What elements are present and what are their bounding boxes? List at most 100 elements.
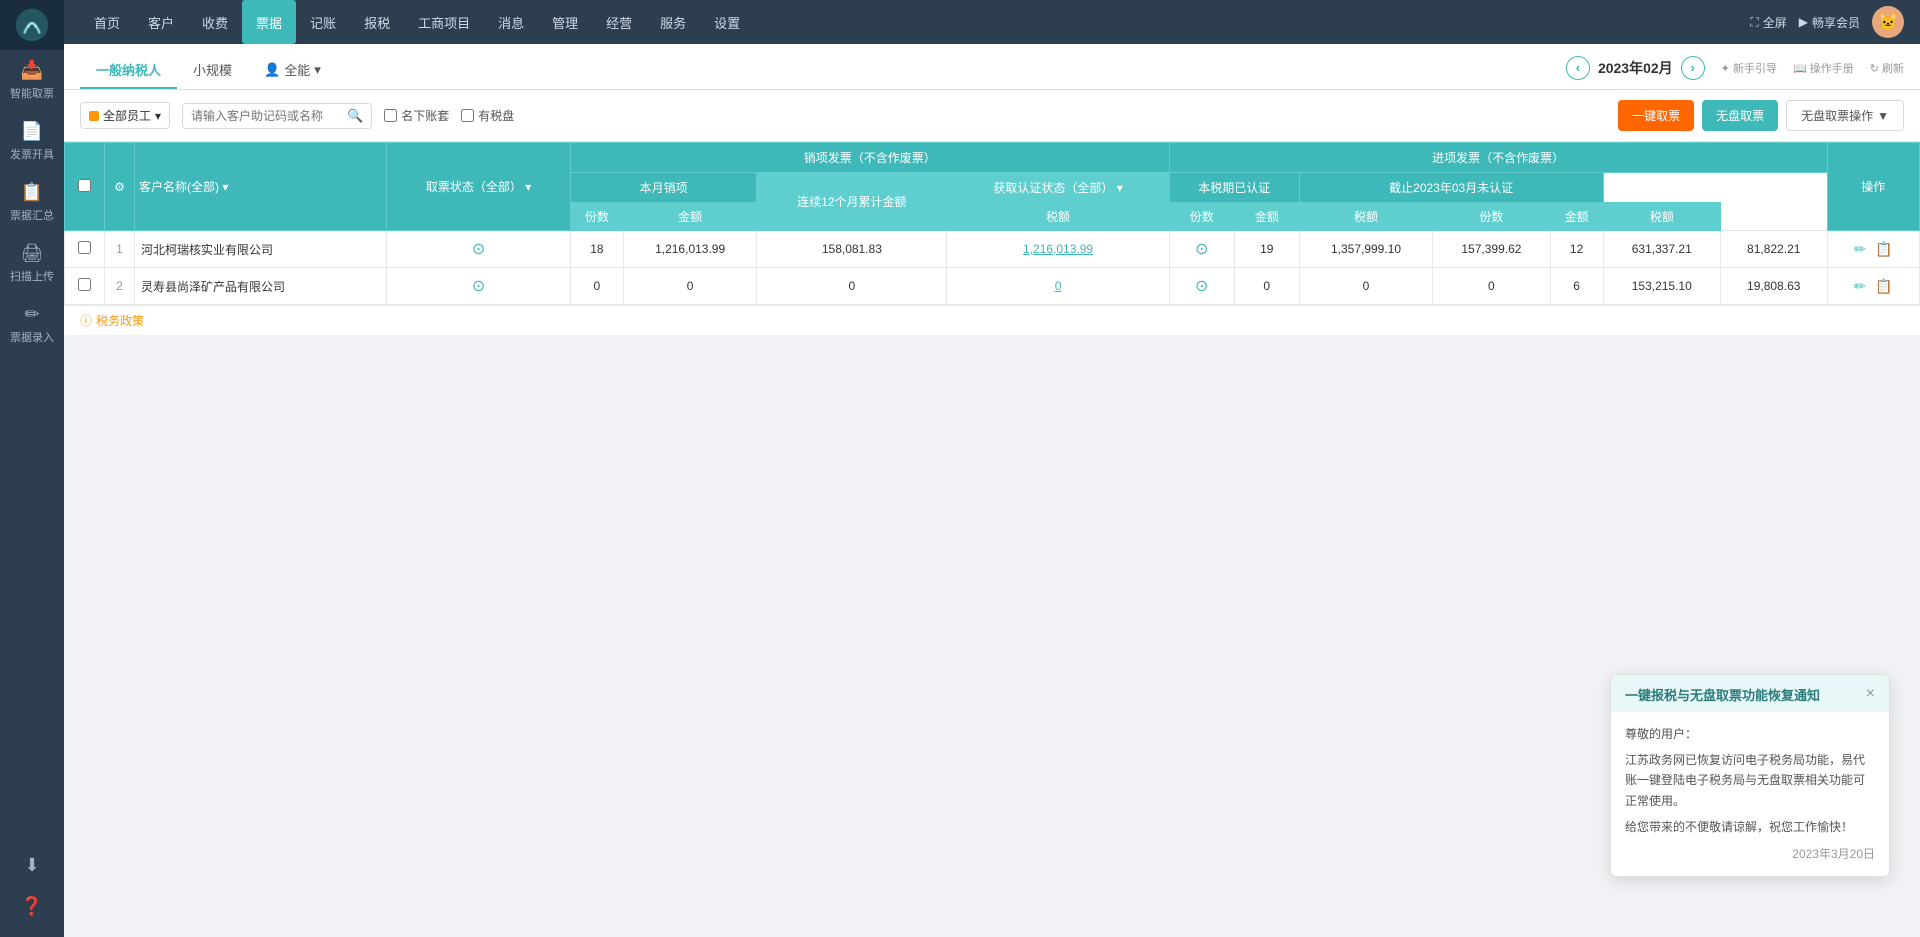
row-num-0: 1 (105, 231, 135, 268)
fetch-status-header[interactable]: 取票状态（全部） ▾ (387, 143, 571, 231)
notification-date: 2023年3月20日 (1625, 844, 1875, 864)
member-btn[interactable]: ▶ 畅享会员 (1799, 14, 1860, 31)
select-all-header (65, 143, 105, 231)
help-icon: ❓ (21, 896, 43, 917)
purchase-invoice-header: 进项发票（不含作废票） (1169, 143, 1827, 173)
sidebar-item-help[interactable]: ❓ (0, 886, 64, 927)
row-period-amount-0: 1,357,999.10 (1299, 231, 1432, 268)
manual-link[interactable]: 📖 操作手册 (1793, 60, 1854, 76)
next-month-btn[interactable]: › (1681, 56, 1705, 80)
nav-client[interactable]: 客户 (134, 0, 188, 44)
sidebar-item-invoice-summary[interactable]: 📋 票据汇总 (0, 172, 64, 233)
notification-header: 一键报税与无盘取票功能恢复通知 × (1611, 675, 1889, 712)
sidebar: 📥 智能取票 📄 发票开具 📋 票据汇总 🖨 扫描上传 ✏ 票据录入 ⬇ ❓ (0, 0, 64, 937)
nav-message[interactable]: 消息 (484, 0, 538, 44)
ops-dropdown-icon: ▼ (1877, 109, 1889, 123)
row-recognize-status-1: ⊙ (1169, 268, 1234, 305)
table-row: 1 河北柯瑞核实业有限公司 ⊙ 18 1,216,013.99 158,081.… (65, 231, 1920, 268)
nav-home[interactable]: 首页 (80, 0, 134, 44)
sidebar-item-invoice-open[interactable]: 📄 发票开具 (0, 111, 64, 172)
person-icon: 👤 (264, 62, 280, 78)
no-disk-fetch-btn[interactable]: 无盘取票 (1702, 100, 1778, 131)
tab-small[interactable]: 小规模 (177, 52, 248, 89)
tax-policy-link[interactable]: ⓘ 税务政策 (80, 312, 144, 329)
search-icon[interactable]: 🔍 (347, 108, 363, 124)
row-unrecog-count-1: 6 (1550, 268, 1603, 305)
notification-line2: 江苏政务网已恢复访问电子税务局功能，易代账一键登陆电子税务局与无盘取票相关功能可… (1625, 750, 1875, 811)
view-icon-0[interactable]: 📋 (1875, 241, 1892, 257)
no-disk-ops-btn[interactable]: 无盘取票操作 ▼ (1786, 100, 1904, 131)
row-month-tax-1: 0 (757, 268, 947, 305)
prev-month-btn[interactable]: ‹ (1566, 56, 1590, 80)
period-recognized-header: 本税期已认证 (1169, 173, 1299, 203)
tab-bar-right: ‹ 2023年02月 › ✦ 新手引导 📖 操作手册 (1566, 56, 1904, 86)
notification-line3: 给您带来的不便敬请谅解，祝您工作愉快！ (1625, 817, 1875, 837)
view-icon-1[interactable]: 📋 (1875, 278, 1892, 294)
sidebar-item-smart-fetch[interactable]: 📥 智能取票 (0, 50, 64, 111)
manual-icon: 📖 (1793, 63, 1807, 75)
table-row: 2 灵寿县尚泽矿产品有限公司 ⊙ 0 0 0 0 ⊙ 0 0 0 6 153,2… (65, 268, 1920, 305)
sales-tax-header: 税额 (947, 203, 1169, 231)
row-checkbox-1[interactable] (78, 278, 91, 291)
app-logo[interactable] (0, 0, 64, 50)
notification-close-btn[interactable]: × (1866, 685, 1875, 703)
row-unrecog-amount-1: 153,215.10 (1603, 268, 1720, 305)
tax-disk-checkbox-label[interactable]: 有税盘 (461, 107, 514, 124)
nav-accounting[interactable]: 记账 (296, 0, 350, 44)
sidebar-item-download[interactable]: ⬇ (0, 845, 64, 886)
search-box: 🔍 (182, 103, 372, 129)
refresh-link[interactable]: ↻ 刷新 (1870, 60, 1904, 76)
filter-icon: ▾ (222, 180, 228, 194)
sales-invoice-header: 销项发票（不含作废票） (570, 143, 1169, 173)
settings-icon[interactable]: ⚙ (114, 180, 125, 194)
nav-service[interactable]: 服务 (646, 0, 700, 44)
edit-icon-0[interactable]: ✏ (1854, 241, 1866, 257)
unrecog-amount-header: 金额 (1550, 203, 1603, 231)
sidebar-item-data-entry[interactable]: ✏ 票据录入 (0, 294, 64, 355)
row-unrecog-tax-0: 81,822.21 (1720, 231, 1827, 268)
period-tax-header: 税额 (1299, 203, 1432, 231)
select-all-checkbox[interactable] (78, 179, 91, 192)
new-guide-link[interactable]: ✦ 新手引导 (1721, 60, 1777, 76)
account-checkbox[interactable] (384, 109, 397, 122)
nav-invoice[interactable]: 票据 (242, 0, 296, 44)
row-checkbox-0[interactable] (78, 241, 91, 254)
row-customer-0: 河北柯瑞核实业有限公司 (135, 231, 387, 268)
row-unrecog-tax-1: 19,808.63 (1720, 268, 1827, 305)
edit-icon-1[interactable]: ✏ (1854, 278, 1866, 294)
nav-tax[interactable]: 报税 (350, 0, 404, 44)
fetch-filter-icon: ▾ (525, 180, 531, 194)
sidebar-item-scan-upload[interactable]: 🖨 扫描上传 (0, 233, 64, 294)
row-period-tax-0: 157,399.62 (1433, 231, 1550, 268)
customer-name-header[interactable]: 客户名称(全部) ▾ (135, 143, 387, 231)
nav-manage[interactable]: 管理 (538, 0, 592, 44)
search-input[interactable] (191, 109, 341, 123)
row-month-tax-0: 158,081.83 (757, 231, 947, 268)
nav-industrial[interactable]: 工商项目 (404, 0, 484, 44)
avatar[interactable]: 🐱 (1872, 6, 1904, 38)
recognize-status-header[interactable]: 获取认证状态（全部） ▾ (947, 173, 1169, 203)
recognize-filter-icon: ▾ (1117, 181, 1123, 195)
row-month-amount-1: 0 (623, 268, 756, 305)
row-period-count-1: 0 (1234, 268, 1299, 305)
tab-all[interactable]: 👤 全能 ▾ (248, 52, 337, 89)
nav-operation[interactable]: 经营 (592, 0, 646, 44)
one-click-fetch-btn[interactable]: 一键取票 (1618, 100, 1694, 131)
account-checkbox-label[interactable]: 名下账套 (384, 107, 449, 124)
employee-select[interactable]: 全部员工 ▾ (80, 102, 170, 129)
tab-dropdown-icon: ▾ (314, 62, 321, 78)
employee-indicator (89, 111, 99, 121)
refresh-icon: ↻ (1870, 63, 1879, 75)
nav-fee[interactable]: 收费 (188, 0, 242, 44)
fullscreen-btn[interactable]: ⛶ 全屏 (1750, 14, 1786, 31)
notification-title: 一键报税与无盘取票功能恢复通知 (1625, 685, 1820, 704)
top-navigation: 首页 客户 收费 票据 记账 报税 工商项目 消息 管理 经营 服务 设置 ⛶ … (64, 0, 1920, 44)
row-num-1: 2 (105, 268, 135, 305)
tax-disk-checkbox[interactable] (461, 109, 474, 122)
tab-general[interactable]: 一般纳税人 (80, 52, 177, 89)
toolbar-right: 一键取票 无盘取票 无盘取票操作 ▼ (1618, 100, 1904, 131)
nav-settings[interactable]: 设置 (700, 0, 754, 44)
row-month-amount-0: 1,216,013.99 (623, 231, 756, 268)
period-count-header: 份数 (1169, 203, 1234, 231)
member-icon: ▶ (1799, 15, 1808, 29)
